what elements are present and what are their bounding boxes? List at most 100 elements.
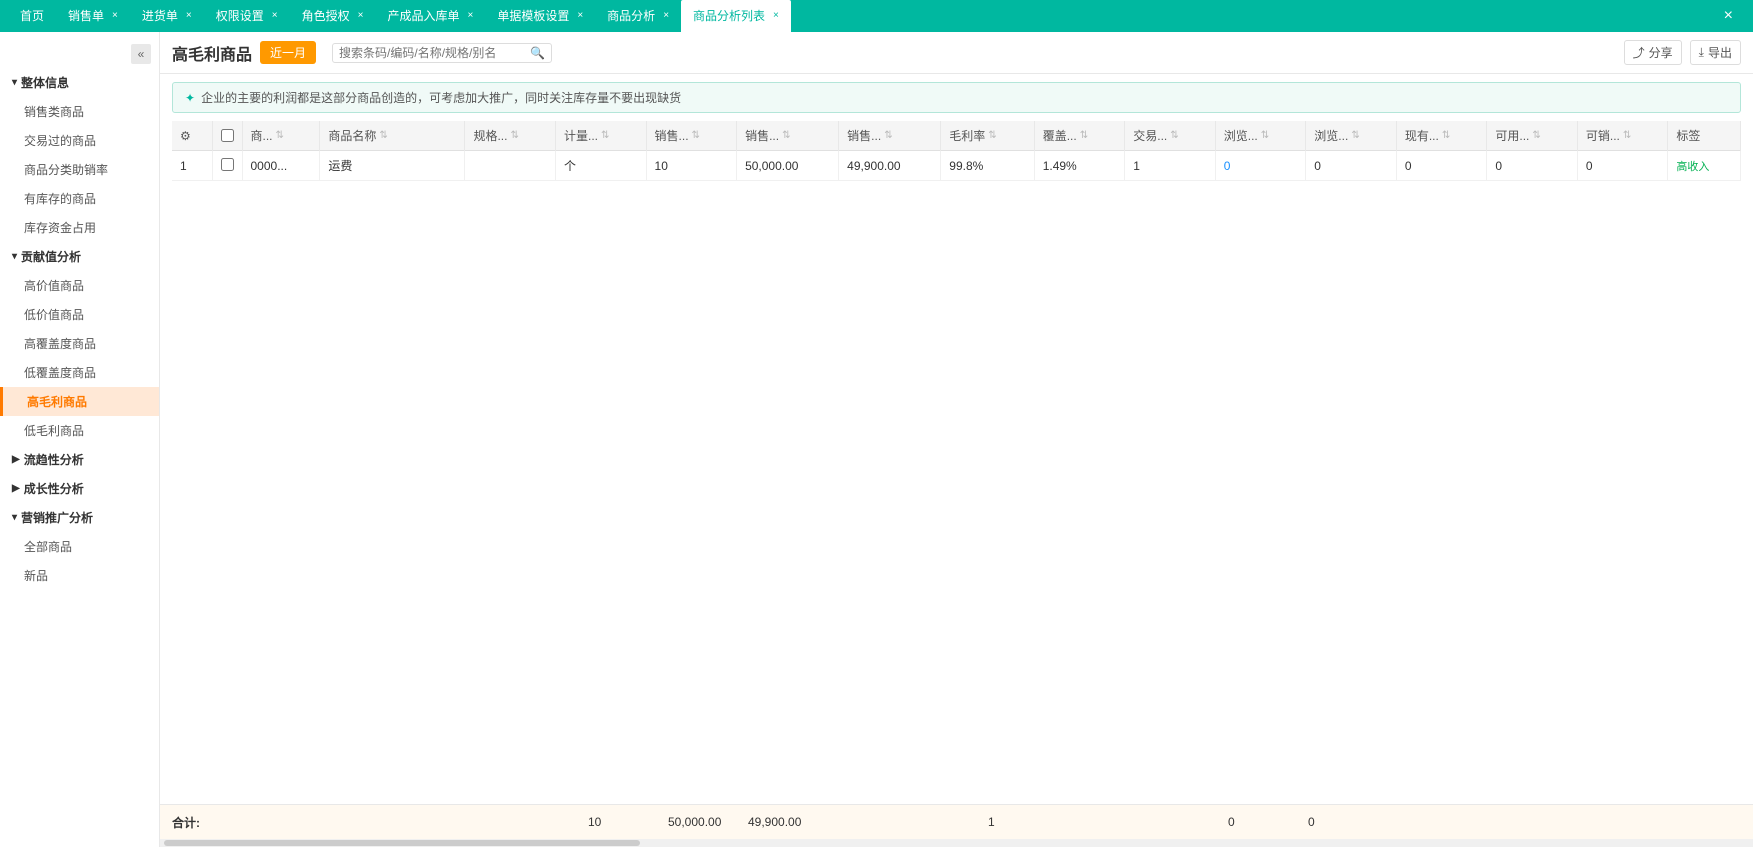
cell-sales-qty: 10 — [646, 151, 737, 181]
nav-purchase-order[interactable]: 进货单 × — [130, 0, 204, 32]
sidebar-section-growth[interactable]: ▶ 成长性分析 — [0, 474, 159, 503]
sidebar-item-low-value[interactable]: 低价值商品 — [0, 300, 159, 329]
cell-saleable-stock: 0 — [1577, 151, 1668, 181]
close-all-btn[interactable]: × — [1712, 0, 1745, 32]
th-current-stock[interactable]: 现有...⇅ — [1396, 121, 1487, 151]
th-spec[interactable]: 规格...⇅ — [465, 121, 556, 151]
nav-template-settings[interactable]: 单据模板设置 × — [485, 0, 595, 32]
section-arrow-contribution: ▾ — [12, 251, 17, 262]
cell-name: 运费 — [320, 151, 465, 181]
th-views2[interactable]: 浏览...⇅ — [1306, 121, 1397, 151]
th-sales-cost[interactable]: 销售...⇅ — [839, 121, 941, 151]
nav-permission-settings[interactable]: 权限设置 × — [204, 0, 290, 32]
th-coverage[interactable]: 覆盖...⇅ — [1034, 121, 1125, 151]
sidebar-section-trend[interactable]: ▶ 流趋性分析 — [0, 445, 159, 474]
nav-product-analysis-list[interactable]: 商品分析列表 × — [681, 0, 791, 32]
footer-sales-amt: 50,000.00 — [660, 811, 740, 833]
sidebar-item-high-value[interactable]: 高价值商品 — [0, 271, 159, 300]
th-transactions[interactable]: 交易...⇅ — [1125, 121, 1216, 151]
sidebar-item-all-goods[interactable]: 全部商品 — [0, 532, 159, 561]
cell-unit: 个 — [556, 151, 647, 181]
scroll-thumb[interactable] — [164, 840, 640, 846]
header-actions: ⤴ 分享 ⤓ 导出 — [1624, 40, 1741, 65]
sidebar-item-traded-goods[interactable]: 交易过的商品 — [0, 126, 159, 155]
close-role-auth[interactable]: × — [358, 0, 364, 32]
nav-product-inbound[interactable]: 产成品入库单 × — [375, 0, 485, 32]
search-icon[interactable]: 🔍 — [530, 46, 545, 60]
nav-home[interactable]: 首页 — [8, 0, 56, 32]
th-sales-amt[interactable]: 销售...⇅ — [737, 121, 839, 151]
footer-spacer1 — [240, 811, 580, 833]
close-permission-settings[interactable]: × — [272, 0, 278, 32]
nav-role-auth[interactable]: 角色授权 × — [290, 0, 376, 32]
sidebar-item-in-stock-goods[interactable]: 有库存的商品 — [0, 184, 159, 213]
th-unit[interactable]: 计量...⇅ — [556, 121, 647, 151]
sidebar-section-overall[interactable]: ▾ 整体信息 — [0, 68, 159, 97]
th-code[interactable]: 商...⇅ — [242, 121, 320, 151]
tag-badge: 高收入 — [1676, 161, 1709, 173]
cell-views1[interactable]: 0 — [1215, 151, 1306, 181]
footer-values: 10 50,000.00 49,900.00 1 0 0 — [240, 811, 1741, 833]
th-saleable-stock[interactable]: 可销...⇅ — [1577, 121, 1668, 151]
search-input[interactable] — [339, 46, 530, 60]
nav-sales-order[interactable]: 销售单 × — [56, 0, 130, 32]
th-name[interactable]: 商品名称⇅ — [320, 121, 465, 151]
share-btn[interactable]: ⤴ 分享 — [1624, 40, 1682, 65]
sort-icon-saleable-stock: ⇅ — [1623, 130, 1631, 141]
th-settings[interactable]: ⚙ — [172, 121, 212, 151]
sidebar-item-high-coverage[interactable]: 高覆盖度商品 — [0, 329, 159, 358]
section-arrow-overall: ▾ — [12, 77, 17, 88]
sidebar-item-low-margin[interactable]: 低毛利商品 — [0, 416, 159, 445]
footer-label: 合计: — [172, 814, 232, 831]
sort-icon-transactions: ⇅ — [1170, 130, 1178, 141]
sidebar-item-sales-goods[interactable]: 销售类商品 — [0, 97, 159, 126]
close-sales-order[interactable]: × — [112, 0, 118, 32]
table-container: ⚙ 商...⇅ 商品名称⇅ 规 — [160, 121, 1753, 804]
th-sales-qty[interactable]: 销售...⇅ — [646, 121, 737, 151]
export-btn[interactable]: ⤓ 导出 — [1690, 40, 1741, 65]
cell-current-stock: 0 — [1396, 151, 1487, 181]
sidebar-item-inventory-capital[interactable]: 库存资金占用 — [0, 213, 159, 242]
sort-icon-coverage: ⇅ — [1080, 130, 1088, 141]
cell-spec — [465, 151, 556, 181]
row-checkbox[interactable] — [221, 158, 234, 171]
export-icon: ⤓ — [1699, 45, 1704, 60]
sidebar-item-category-rate[interactable]: 商品分类助销率 — [0, 155, 159, 184]
cell-code: 0000... — [242, 151, 320, 181]
th-tag: 标签 — [1668, 121, 1741, 151]
close-purchase-order[interactable]: × — [186, 0, 192, 32]
nav-product-analysis[interactable]: 商品分析 × — [595, 0, 681, 32]
sort-icon-gross-rate: ⇅ — [988, 130, 996, 141]
close-product-inbound[interactable]: × — [467, 0, 473, 32]
close-product-analysis-list[interactable]: × — [773, 0, 779, 32]
sidebar-item-new-goods[interactable]: 新品 — [0, 561, 159, 590]
tip-icon: ✦ — [185, 91, 195, 105]
th-checkbox[interactable] — [212, 121, 242, 151]
table-row: 1 0000... 运费 个 10 50,000.00 49,900.00 99… — [172, 151, 1741, 181]
cell-index: 1 — [172, 151, 212, 181]
footer-transactions: 1 — [980, 811, 1060, 833]
sort-icon-sales-qty: ⇅ — [692, 130, 700, 141]
horizontal-scrollbar[interactable] — [160, 839, 1753, 847]
cell-gross-rate: 99.8% — [941, 151, 1034, 181]
close-product-analysis[interactable]: × — [663, 0, 669, 32]
sidebar-section-contribution[interactable]: ▾ 贡献值分析 — [0, 242, 159, 271]
sidebar-item-high-margin[interactable]: 高毛利商品 — [0, 387, 159, 416]
sort-icon-sales-cost: ⇅ — [884, 130, 892, 141]
th-views1[interactable]: 浏览...⇅ — [1215, 121, 1306, 151]
th-available-stock[interactable]: 可用...⇅ — [1487, 121, 1578, 151]
section-arrow-marketing: ▾ — [12, 512, 17, 523]
sidebar-collapse-btn[interactable]: « — [131, 44, 151, 64]
th-gross-rate[interactable]: 毛利率⇅ — [941, 121, 1034, 151]
data-table: ⚙ 商...⇅ 商品名称⇅ 规 — [172, 121, 1741, 181]
close-template-settings[interactable]: × — [577, 0, 583, 32]
select-all-checkbox[interactable] — [221, 129, 234, 142]
sidebar-item-low-coverage[interactable]: 低覆盖度商品 — [0, 358, 159, 387]
sidebar: « ▾ 整体信息 销售类商品 交易过的商品 商品分类助销率 有库存的商品 库存资… — [0, 32, 160, 847]
sidebar-section-marketing[interactable]: ▾ 营销推广分析 — [0, 503, 159, 532]
cell-available-stock: 0 — [1487, 151, 1578, 181]
sort-icon-unit: ⇅ — [601, 130, 609, 141]
cell-checkbox[interactable] — [212, 151, 242, 181]
filter-period-btn[interactable]: 近一月 — [260, 41, 316, 64]
cell-views2: 0 — [1306, 151, 1397, 181]
